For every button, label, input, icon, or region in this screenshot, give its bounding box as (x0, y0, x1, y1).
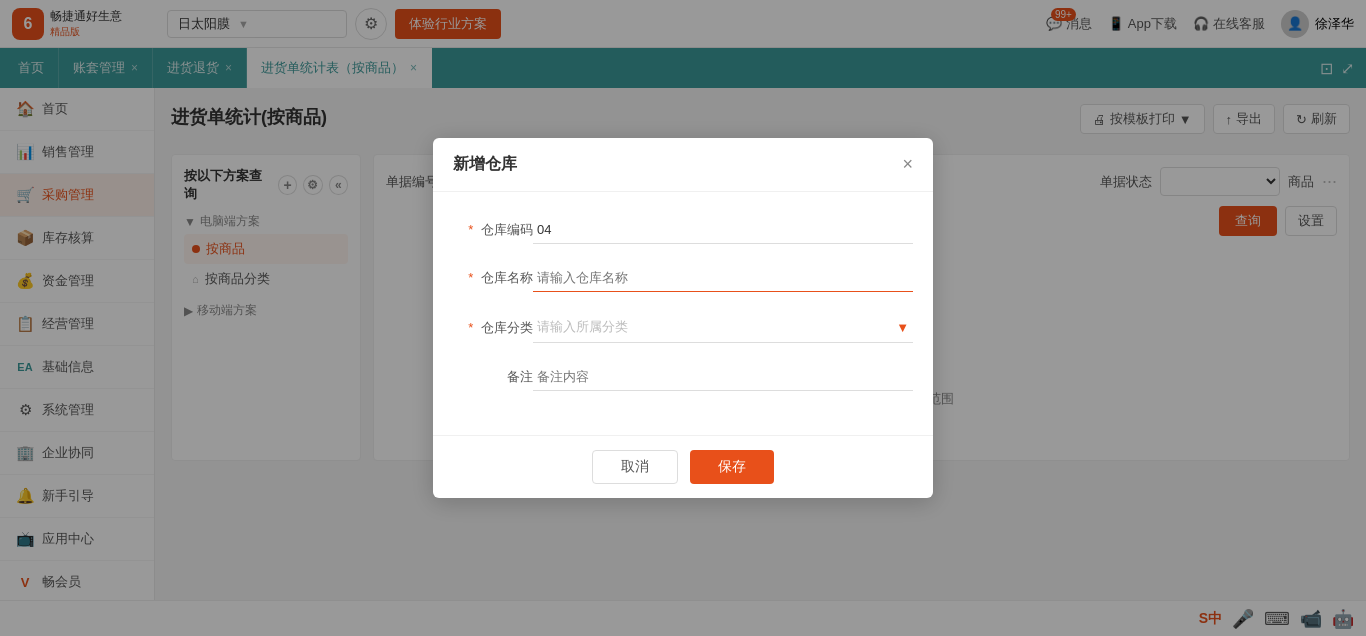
warehouse-code-label: * 仓库编码 (453, 221, 533, 239)
category-dropdown-icon: ▼ (896, 320, 909, 335)
warehouse-remark-input[interactable] (533, 363, 913, 391)
warehouse-category-label: * 仓库分类 (453, 319, 533, 337)
warehouse-category-row: * 仓库分类 请输入所属分类 ▼ (453, 312, 913, 343)
warehouse-code-row: * 仓库编码 (453, 216, 913, 244)
save-button[interactable]: 保存 (690, 450, 774, 484)
modal-footer: 取消 保存 (433, 435, 933, 498)
add-warehouse-modal: 新增仓库 × * 仓库编码 * 仓库名称 (433, 138, 933, 498)
modal-overlay: 新增仓库 × * 仓库编码 * 仓库名称 (0, 0, 1366, 636)
warehouse-category-select[interactable]: 请输入所属分类 ▼ (533, 312, 913, 343)
warehouse-name-row: * 仓库名称 (453, 264, 913, 292)
warehouse-name-label: * 仓库名称 (453, 269, 533, 287)
warehouse-name-input[interactable] (533, 264, 913, 292)
modal-body: * 仓库编码 * 仓库名称 * 仓库分类 请输入所属 (433, 192, 933, 435)
modal-title: 新增仓库 (453, 154, 517, 175)
warehouse-remark-label: 备注 (453, 368, 533, 386)
warehouse-remark-row: 备注 (453, 363, 913, 391)
modal-close-button[interactable]: × (902, 154, 913, 175)
warehouse-code-input[interactable] (533, 216, 913, 244)
modal-header: 新增仓库 × (433, 138, 933, 192)
cancel-button[interactable]: 取消 (592, 450, 678, 484)
